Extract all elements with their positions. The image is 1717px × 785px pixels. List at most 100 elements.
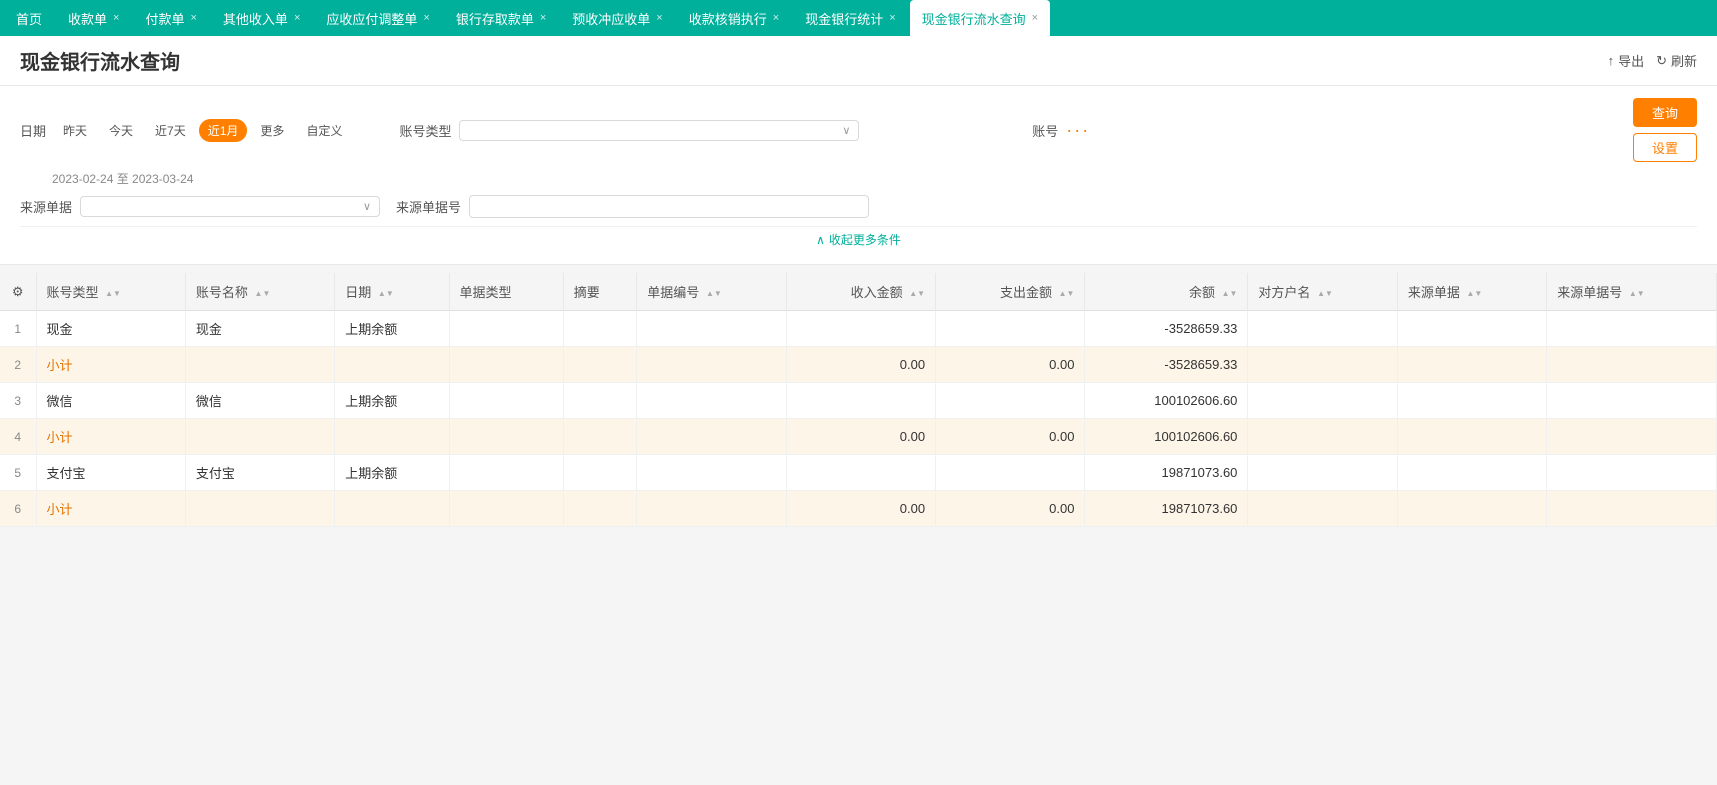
nav-tab-qitashuru[interactable]: 其他收入单 ×	[211, 0, 312, 36]
close-icon-cunkuandan[interactable]: ×	[540, 12, 546, 24]
account-type-select[interactable]: ∨	[459, 120, 859, 141]
date-btn-yesterday[interactable]: 昨天	[54, 119, 96, 142]
cell-balance: 19871073.60	[1085, 455, 1248, 491]
sort-expense-icon[interactable]: ▲▼	[1059, 290, 1075, 298]
gear-icon[interactable]: ⚙	[12, 284, 24, 299]
cell-doc-no	[637, 491, 786, 527]
col-doc-no-label: 单据编号	[647, 285, 699, 300]
refresh-label: 刷新	[1671, 51, 1697, 70]
cell-summary	[563, 491, 637, 527]
row-settings-col: 2	[0, 347, 36, 383]
nav-home[interactable]: 首页	[4, 9, 54, 28]
close-icon-shoukuanxiao[interactable]: ×	[773, 12, 779, 24]
sort-counterpart-icon[interactable]: ▲▼	[1317, 290, 1333, 298]
col-balance-label: 余额	[1189, 285, 1215, 300]
cell-expense: 0.00	[936, 491, 1085, 527]
sort-income-icon[interactable]: ▲▼	[909, 290, 925, 298]
account-type-filter-group: 账号类型 ∨	[399, 120, 984, 141]
source-doc-select[interactable]: ∨	[80, 196, 380, 217]
cell-doc-no	[637, 383, 786, 419]
export-icon: ↑	[1608, 53, 1615, 68]
sort-source-doc-icon[interactable]: ▲▼	[1466, 290, 1482, 298]
date-btn-more[interactable]: 更多	[251, 119, 293, 142]
cell-date	[335, 419, 449, 455]
date-btn-1month[interactable]: 近1月	[199, 119, 248, 142]
source-doc-chevron-icon: ∨	[363, 200, 371, 213]
tab-label-tongji: 现金银行统计	[805, 9, 883, 28]
date-btn-today[interactable]: 今天	[100, 119, 142, 142]
col-source-doc: 来源单据 ▲▼	[1397, 273, 1546, 311]
sort-source-doc-no-icon[interactable]: ▲▼	[1629, 290, 1645, 298]
collapse-icon: ∧	[816, 233, 825, 247]
cell-summary	[563, 455, 637, 491]
table-row: 3微信微信上期余额100102606.60	[0, 383, 1717, 419]
page-title: 现金银行流水查询	[20, 46, 180, 75]
close-icon-tiaozhendan[interactable]: ×	[423, 12, 429, 24]
nav-tab-yushou[interactable]: 预收冲应收单 ×	[560, 0, 674, 36]
col-expense-label: 支出金额	[1000, 285, 1052, 300]
sort-date-icon[interactable]: ▲▼	[378, 290, 394, 298]
nav-tab-shoukuan[interactable]: 收款单 ×	[56, 0, 131, 36]
col-summary: 摘要	[563, 273, 637, 311]
account-type-label: 账号类型	[399, 121, 451, 140]
sort-account-name-icon[interactable]: ▲▼	[255, 290, 271, 298]
table-row: 5支付宝支付宝上期余额19871073.60	[0, 455, 1717, 491]
sort-balance-icon[interactable]: ▲▼	[1222, 290, 1238, 298]
nav-tab-liushui[interactable]: 现金银行流水查询 ×	[910, 0, 1050, 36]
refresh-button[interactable]: ↻ 刷新	[1656, 51, 1697, 70]
cell-doc-no	[637, 419, 786, 455]
cell-expense	[936, 311, 1085, 347]
cell-counterpart	[1248, 419, 1397, 455]
cell-account-name: 现金	[185, 311, 334, 347]
cell-doc-type	[449, 491, 563, 527]
close-icon-shoukuan[interactable]: ×	[113, 12, 119, 24]
col-income-label: 收入金额	[851, 285, 903, 300]
cell-account-name	[185, 347, 334, 383]
account-more-dots[interactable]: ···	[1066, 120, 1090, 141]
tab-label-fukuan: 付款单	[145, 9, 184, 28]
cell-source-doc-no	[1547, 455, 1717, 491]
col-income: 收入金额 ▲▼	[786, 273, 935, 311]
nav-tab-cunkuandan[interactable]: 银行存取款单 ×	[444, 0, 558, 36]
settings-button[interactable]: 设置	[1633, 133, 1697, 162]
nav-tab-tongji[interactable]: 现金银行统计 ×	[793, 0, 907, 36]
cell-summary	[563, 383, 637, 419]
cell-account-name: 支付宝	[185, 455, 334, 491]
cell-income	[786, 311, 935, 347]
filter-area: 日期 昨天 今天 近7天 近1月 更多 自定义 账号类型 ∨ 账号 ···	[0, 86, 1717, 265]
nav-tab-shoukuanxiao[interactable]: 收款核销执行 ×	[677, 0, 791, 36]
tab-label-tiaozhendan: 应收应付调整单	[326, 9, 417, 28]
query-button[interactable]: 查询	[1633, 98, 1697, 127]
cell-counterpart	[1248, 383, 1397, 419]
cell-income	[786, 455, 935, 491]
date-btn-7days[interactable]: 近7天	[146, 119, 195, 142]
sort-account-type-icon[interactable]: ▲▼	[105, 290, 121, 298]
close-icon-qitashuru[interactable]: ×	[294, 12, 300, 24]
source-doc-no-filter-group: 来源单据号	[396, 195, 1697, 218]
row-settings-col: 1	[0, 311, 36, 347]
close-icon-yushou[interactable]: ×	[656, 12, 662, 24]
collapse-bar[interactable]: ∧ 收起更多条件	[20, 226, 1697, 252]
col-source-doc-label: 来源单据	[1408, 285, 1460, 300]
cell-account-name	[185, 491, 334, 527]
col-date-label: 日期	[345, 285, 371, 300]
export-button[interactable]: ↑ 导出	[1608, 51, 1645, 70]
source-doc-no-input[interactable]	[469, 195, 869, 218]
date-label: 日期	[20, 121, 46, 140]
tab-label-qitashuru: 其他收入单	[223, 9, 288, 28]
nav-tab-fukuan[interactable]: 付款单 ×	[133, 0, 208, 36]
main-table: ⚙ 账号类型 ▲▼ 账号名称 ▲▼ 日期 ▲▼ 单据类型 摘	[0, 273, 1717, 527]
col-doc-type: 单据类型	[449, 273, 563, 311]
date-btn-custom[interactable]: 自定义	[297, 119, 351, 142]
cell-account-type: 现金	[36, 311, 185, 347]
tab-label-yushou: 预收冲应收单	[572, 9, 650, 28]
close-icon-fukuan[interactable]: ×	[190, 12, 196, 24]
cell-account-type: 小计	[36, 347, 185, 383]
tab-label-shoukuanxiao: 收款核销执行	[689, 9, 767, 28]
sort-doc-no-icon[interactable]: ▲▼	[706, 290, 722, 298]
table-header-row: ⚙ 账号类型 ▲▼ 账号名称 ▲▼ 日期 ▲▼ 单据类型 摘	[0, 273, 1717, 311]
cell-doc-type	[449, 419, 563, 455]
close-icon-tongji[interactable]: ×	[889, 12, 895, 24]
close-icon-liushui[interactable]: ×	[1032, 12, 1038, 24]
nav-tab-tiaozhendan[interactable]: 应收应付调整单 ×	[314, 0, 441, 36]
